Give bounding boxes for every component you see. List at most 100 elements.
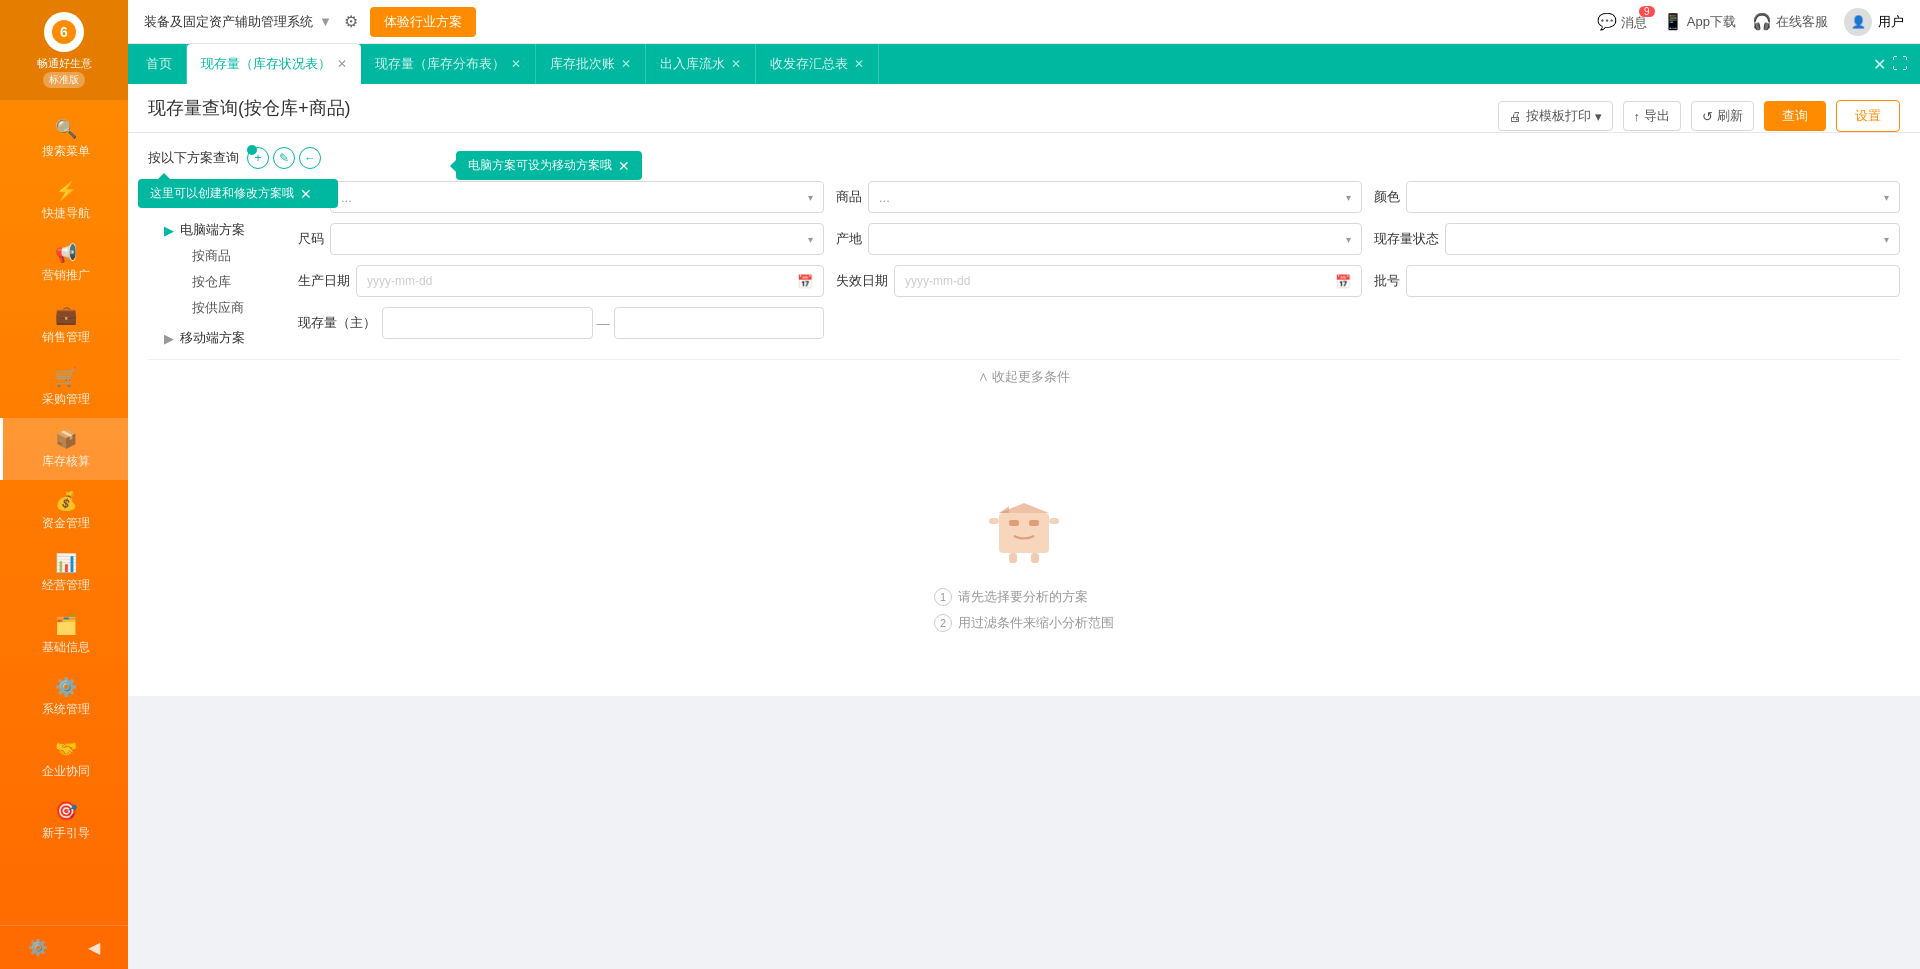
tab-inventory-distribution[interactable]: 现存量（库存分布表） ✕ (361, 44, 536, 84)
warehouse-select[interactable]: ... ▾ (330, 181, 824, 213)
sidebar-item-basic[interactable]: 🗂️ 基础信息 (0, 604, 128, 666)
search-nav-icon: 🔍 (55, 118, 77, 140)
scheme-item-by-warehouse[interactable]: 按仓库 (184, 269, 278, 295)
sidebar-item-sales[interactable]: 💼 销售管理 (0, 294, 128, 356)
tab-home[interactable]: 首页 (132, 44, 187, 84)
sidebar-item-operations[interactable]: 📊 经营管理 (0, 542, 128, 604)
phone-icon: 📱 (1663, 12, 1683, 31)
online-service-action[interactable]: 🎧 在线客服 (1752, 12, 1828, 31)
logo-text: 畅通好生意 (37, 56, 92, 70)
filter-field-origin: 产地 ▾ (836, 223, 1362, 255)
print-btn[interactable]: 🖨 按模板打印 ▾ (1498, 101, 1613, 131)
sidebar-item-search[interactable]: 🔍 搜索菜单 (0, 108, 128, 170)
product-select[interactable]: ... ▾ (868, 181, 1362, 213)
sidebar-item-finance[interactable]: 💰 资金管理 (0, 480, 128, 542)
expiry-input[interactable]: yyyy-mm-dd 📅 (894, 265, 1362, 297)
page-title: 现存量查询(按仓库+商品) (148, 96, 351, 120)
tab-inventory-status[interactable]: 现存量（库存状况表） ✕ (187, 44, 361, 84)
sidebar-nav: 🔍 搜索菜单 ⚡ 快捷导航 📢 营销推广 💼 销售管理 🛒 采购管理 📦 库存核… (0, 100, 128, 925)
print-icon: 🖨 (1509, 109, 1522, 124)
sidebar-item-inventory[interactable]: 📦 库存核算 (0, 418, 128, 480)
collapse-sidebar-btn[interactable]: ◀ (88, 938, 100, 957)
scheme-item-by-supplier[interactable]: 按供应商 (184, 295, 278, 321)
scheme-list: ▶ 电脑端方案 按商品 按仓库 按供应商 (148, 217, 278, 351)
collapse-bar[interactable]: ∧ 收起更多条件 (148, 359, 1900, 394)
calendar-icon-expiry: 📅 (1335, 274, 1351, 289)
chevron-up-icon: ∧ (978, 369, 989, 384)
tab-close-summary[interactable]: ✕ (854, 57, 864, 71)
search-btn[interactable]: 查询 (1764, 101, 1826, 131)
filter-field-expiry: 失效日期 yyyy-mm-dd 📅 (836, 265, 1362, 297)
chevron-down-icon: ▶ (164, 223, 174, 238)
svg-rect-2 (999, 513, 1049, 553)
scheme-item-by-goods[interactable]: 按商品 (184, 243, 278, 269)
export-btn[interactable]: ↑ 导出 (1623, 101, 1682, 131)
svg-rect-5 (1009, 553, 1017, 563)
operations-icon: 📊 (55, 552, 77, 574)
sidebar-item-guide[interactable]: 🎯 新手引导 (0, 790, 128, 852)
sidebar-item-quicknav[interactable]: ⚡ 快捷导航 (0, 170, 128, 232)
scheme-group-mobile-header[interactable]: ▶ 移动端方案 (164, 325, 278, 351)
tab-close-batch[interactable]: ✕ (621, 57, 631, 71)
svg-rect-8 (1049, 518, 1059, 524)
tab-close-inventory-status[interactable]: ✕ (337, 57, 347, 71)
tab-summary[interactable]: 收发存汇总表 ✕ (756, 44, 879, 84)
inv-status-select[interactable]: ▾ (1445, 223, 1900, 255)
scheme-group-desktop-header[interactable]: ▶ 电脑端方案 (164, 217, 278, 243)
top-header: 装备及固定资产辅助管理系统 ▼ ⚙ 体验行业方案 💬 消息 9 📱 App下载 … (128, 0, 1920, 44)
popover-scheme-tip: 电脑方案可设为移动方案哦 ✕ (456, 151, 642, 180)
guide-icon: 🎯 (55, 800, 77, 822)
reset-btn[interactable]: 设置 (1836, 100, 1900, 132)
user-avatar[interactable]: 👤 用户 (1844, 8, 1904, 36)
tab-close-inout[interactable]: ✕ (731, 57, 741, 71)
sidebar-item-enterprise[interactable]: 🤝 企业协同 (0, 728, 128, 790)
filter-fields: 仓库 ... ▾ 商品 ... ▾ (298, 181, 1900, 355)
system-title-dropdown[interactable]: ▼ (319, 14, 332, 29)
sidebar: 6 畅通好生意 标准版 🔍 搜索菜单 ⚡ 快捷导航 📢 营销推广 💼 销售管理 … (0, 0, 128, 969)
system-settings-btn[interactable]: ⚙ (344, 12, 358, 31)
print-dropdown-icon: ▾ (1595, 109, 1602, 124)
tab-bar-actions: ✕ ⛶ (1873, 55, 1916, 74)
popover-create-tip: 这里可以创建和修改方案哦 ✕ (138, 179, 338, 208)
filter-field-warehouse: 仓库 ... ▾ (298, 181, 824, 213)
scheme-group-mobile: ▶ 移动端方案 (164, 325, 278, 351)
filter-area: 按以下方案查询 + ✎ ← 电脑方案可设为移动方案哦 ✕ (128, 133, 1920, 408)
refresh-btn[interactable]: ↺ 刷新 (1691, 101, 1754, 131)
filter-field-proddate: 生产日期 yyyy-mm-dd 📅 (298, 265, 824, 297)
empty-tip-2: 2 用过滤条件来缩小分析范围 (934, 610, 1114, 636)
settings-bottom-btn[interactable]: ⚙️ (28, 938, 48, 957)
svg-rect-6 (1031, 553, 1039, 563)
tab-fullscreen-btn[interactable]: ⛶ (1892, 55, 1908, 73)
color-select[interactable]: ▾ (1406, 181, 1900, 213)
export-icon: ↑ (1634, 109, 1641, 124)
experience-industry-btn[interactable]: 体验行业方案 (370, 7, 476, 37)
main-area: 装备及固定资产辅助管理系统 ▼ ⚙ 体验行业方案 💬 消息 9 📱 App下载 … (128, 0, 1920, 969)
empty-tip-1: 1 请先选择要分析的方案 (934, 584, 1114, 610)
popover-scheme-close[interactable]: ✕ (618, 158, 630, 174)
app-download-action[interactable]: 📱 App下载 (1663, 12, 1736, 31)
arrow-scheme-btn[interactable]: ← (299, 147, 321, 169)
tab-close-inventory-dist[interactable]: ✕ (511, 57, 521, 71)
proddate-input[interactable]: yyyy-mm-dd 📅 (356, 265, 824, 297)
tab-inout-flow[interactable]: 出入库流水 ✕ (646, 44, 756, 84)
size-select[interactable]: ▾ (330, 223, 824, 255)
tab-inventory-batch[interactable]: 库存批次账 ✕ (536, 44, 646, 84)
filter-field-product: 商品 ... ▾ (836, 181, 1362, 213)
origin-select[interactable]: ▾ (868, 223, 1362, 255)
svg-rect-7 (989, 518, 999, 524)
edit-scheme-btn[interactable]: ✎ (273, 147, 295, 169)
qty-main-to[interactable] (614, 307, 825, 339)
sidebar-item-system[interactable]: ⚙️ 系统管理 (0, 666, 128, 728)
tab-close-all-btn[interactable]: ✕ (1873, 55, 1886, 74)
logo-badge: 标准版 (43, 72, 85, 88)
sidebar-item-purchase[interactable]: 🛒 采购管理 (0, 356, 128, 418)
batch-input[interactable] (1406, 265, 1900, 297)
qty-main-from[interactable] (382, 307, 593, 339)
scheme-list-area: 这里可以创建和修改方案哦 ✕ ▶ 电脑端方案 按商品 按仓库 (148, 181, 278, 355)
message-badge: 9 (1639, 6, 1655, 17)
popover-create-close[interactable]: ✕ (300, 186, 312, 202)
message-action[interactable]: 💬 消息 9 (1597, 12, 1647, 32)
logo-area[interactable]: 6 畅通好生意 标准版 (0, 0, 128, 100)
sidebar-item-marketing[interactable]: 📢 营销推广 (0, 232, 128, 294)
marketing-icon: 📢 (55, 242, 77, 264)
